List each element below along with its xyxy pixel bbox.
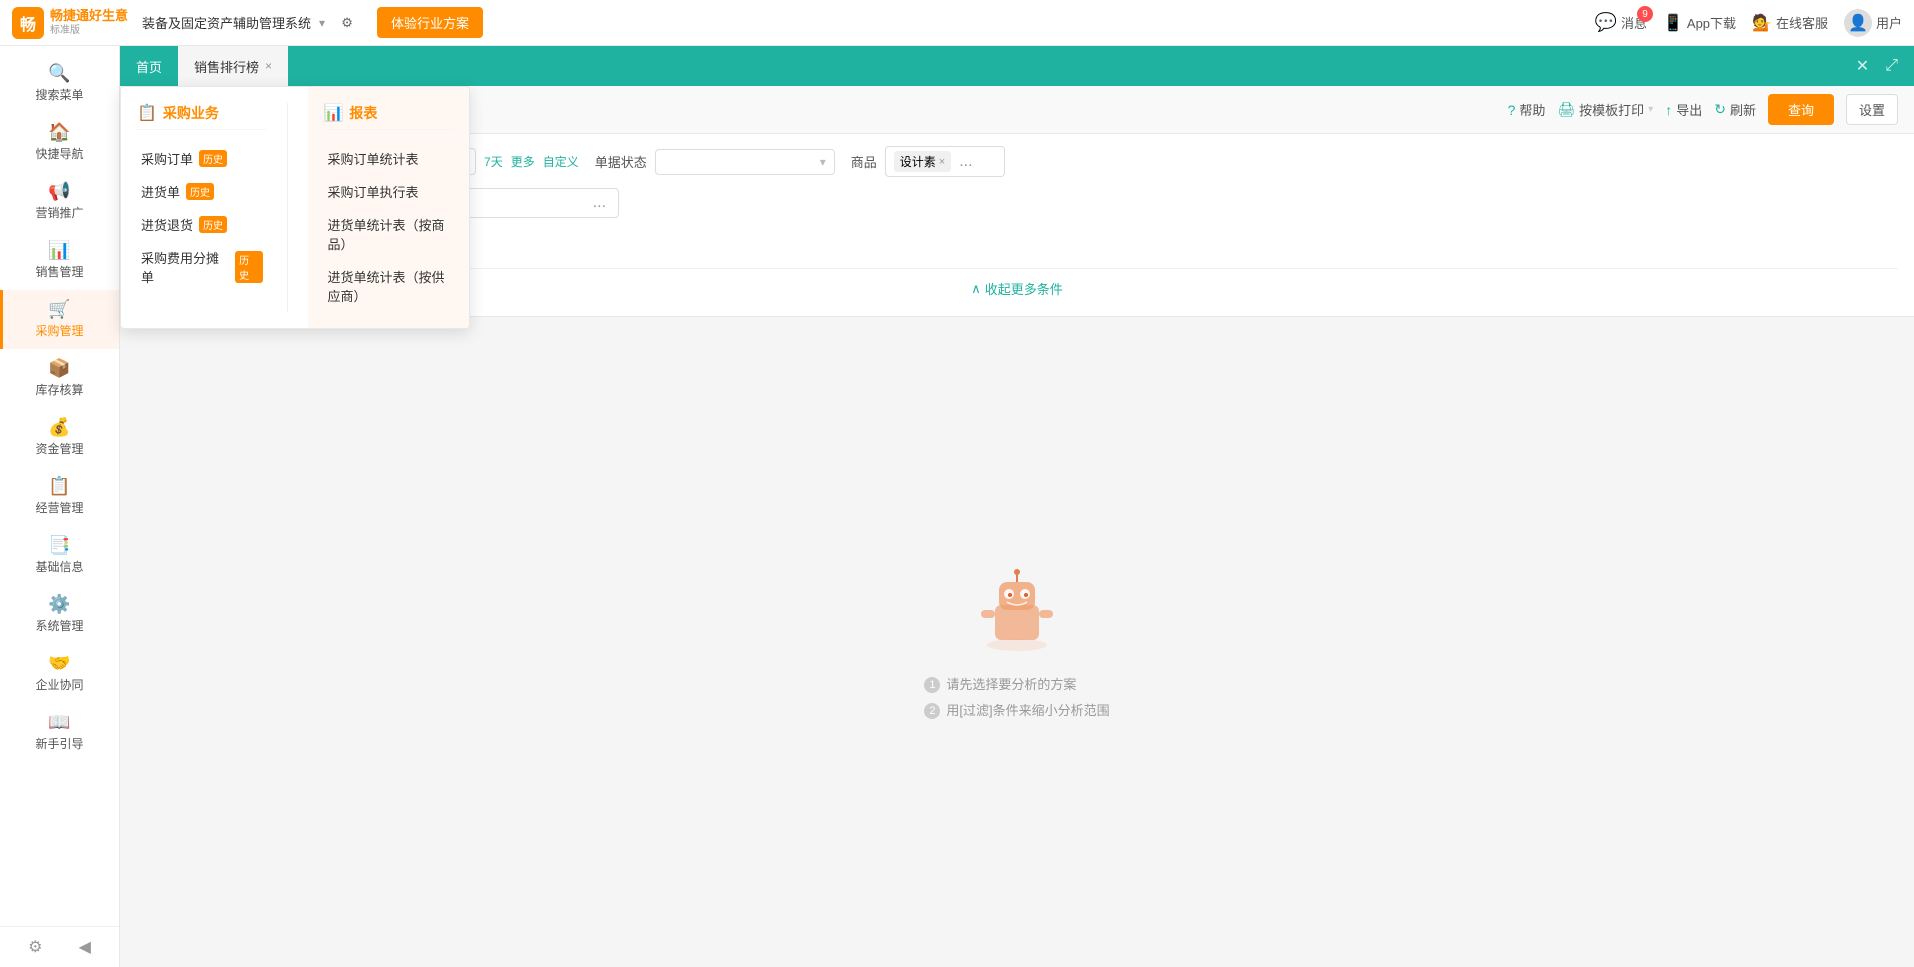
sidebar-item-quick-nav[interactable]: 🏠 快捷导航 xyxy=(0,113,119,172)
system-icon: ⚙️ xyxy=(48,595,70,613)
report-icon: 📊 xyxy=(324,103,344,123)
history-badge-0: 历史 xyxy=(199,150,227,167)
menu-item-receive-stats-supplier[interactable]: 进货单统计表（按供应商） xyxy=(324,260,454,312)
sidebar-item-system[interactable]: ⚙️ 系统管理 xyxy=(0,585,119,644)
tab-home[interactable]: 首页 xyxy=(120,46,178,86)
search-icon: 🔍 xyxy=(48,64,70,82)
history-badge-2: 历史 xyxy=(199,216,227,233)
purchase-icon: 🛒 xyxy=(48,300,70,318)
goods-tag: 设计素 × xyxy=(894,151,951,172)
export-btn[interactable]: ↑ 导出 xyxy=(1665,100,1702,119)
export-icon: ↑ xyxy=(1665,102,1672,118)
tab-close-btn[interactable]: × xyxy=(265,59,272,73)
sidebar-item-cooperation[interactable]: 🤝 企业协同 xyxy=(0,644,119,703)
filter-goods: 商品 设计素 × ... xyxy=(851,146,1051,177)
basic-info-icon: 📑 xyxy=(48,536,70,554)
menu-item-purchase-cost[interactable]: 采购费用分摊单 历史 xyxy=(137,241,267,293)
goods-tag-close[interactable]: × xyxy=(939,156,945,168)
purchase-business-icon: 📋 xyxy=(137,103,157,123)
tab-close-all-btn[interactable]: ✕ xyxy=(1852,52,1873,80)
industry-button[interactable]: 体验行业方案 xyxy=(377,7,483,38)
menu-item-order-stats[interactable]: 采购订单统计表 xyxy=(324,142,454,175)
logo-icon: 畅 xyxy=(12,7,44,39)
status-input[interactable]: ▾ xyxy=(655,149,835,175)
print-icon: 🖨 xyxy=(1557,101,1575,118)
logo-text: 畅捷通好生意 标准版 xyxy=(50,8,128,38)
empty-illustration xyxy=(967,560,1067,660)
goods-more-btn[interactable]: ... xyxy=(955,153,976,171)
sidebar-bottom: ⚙ ◀ xyxy=(0,926,119,967)
newbie-icon: 📖 xyxy=(48,713,70,731)
online-service-button[interactable]: 💁 在线客服 xyxy=(1752,13,1828,33)
messages-button[interactable]: 💬 消息 9 xyxy=(1595,12,1647,33)
sidebar-item-inventory[interactable]: 📦 库存核算 xyxy=(0,349,119,408)
purchase-business-section: 📋 采购业务 采购订单 历史 进货单 历史 进货退货 历史 采购费用分摊单 历史 xyxy=(137,103,267,312)
sidebar-item-operations[interactable]: 📋 经营管理 xyxy=(0,467,119,526)
system-title-text: 装备及固定资产辅助管理系统 xyxy=(142,13,311,32)
report-title: 📊 报表 xyxy=(324,103,454,130)
help-btn[interactable]: ? 帮助 xyxy=(1508,100,1546,119)
tab-sales-rank[interactable]: 销售排行榜 × xyxy=(178,46,288,86)
filter-status: 单据状态 ▾ xyxy=(595,149,835,175)
tab-bar-actions: ✕ ⤢ xyxy=(1852,52,1914,80)
menu-divider xyxy=(287,103,288,312)
sidebar-item-marketing[interactable]: 📢 营销推广 xyxy=(0,172,119,231)
marketing-icon: 📢 xyxy=(48,182,70,200)
goods-tag-input[interactable]: 设计素 × ... xyxy=(885,146,1005,177)
sidebar-item-finance[interactable]: 💰 资金管理 xyxy=(0,408,119,467)
refresh-icon: ↻ xyxy=(1714,101,1726,118)
system-settings-icon[interactable]: ⚙ xyxy=(333,9,361,37)
menu-item-order-exec[interactable]: 采购订单执行表 xyxy=(324,175,454,208)
print-btn[interactable]: 🖨 按模板打印 ▾ xyxy=(1557,100,1653,119)
system-title-area: 装备及固定资产辅助管理系统 ▾ ⚙ 体验行业方案 xyxy=(142,7,1595,38)
print-arrow: ▾ xyxy=(1648,104,1653,115)
date-shortcuts: 7天 更多 自定义 xyxy=(484,153,579,170)
refresh-btn[interactable]: ↻ 刷新 xyxy=(1714,100,1756,119)
menu-item-purchase-receive[interactable]: 进货单 历史 xyxy=(137,175,267,208)
tab-maximize-btn[interactable]: ⤢ xyxy=(1881,53,1902,79)
logo-area: 畅 畅捷通好生意 标准版 xyxy=(12,7,132,39)
purchase-business-title: 📋 采购业务 xyxy=(137,103,267,130)
sidebar-item-search[interactable]: 🔍 搜索菜单 xyxy=(0,54,119,113)
header-right: 💬 消息 9 📱 App下载 💁 在线客服 👤 用户 xyxy=(1595,9,1902,37)
history-badge-1: 历史 xyxy=(186,183,214,200)
cooperation-icon: 🤝 xyxy=(48,654,70,672)
menu-item-purchase-return[interactable]: 进货退货 历史 xyxy=(137,208,267,241)
sidebar-item-purchase[interactable]: 🛒 采购管理 xyxy=(0,290,119,349)
user-button[interactable]: 👤 用户 xyxy=(1844,9,1902,37)
finance-icon: 💰 xyxy=(48,418,70,436)
sidebar: 🔍 搜索菜单 🏠 快捷导航 📢 营销推广 📊 销售管理 🛒 采购管理 📦 库存核… xyxy=(0,46,120,967)
empty-tip-1: 1 请先选择要分析的方案 xyxy=(924,672,1109,698)
app-download-button[interactable]: 📱 App下载 xyxy=(1663,13,1736,33)
empty-robot-svg xyxy=(967,560,1067,660)
query-button[interactable]: 查询 xyxy=(1768,94,1834,125)
history-badge-3: 历史 xyxy=(235,251,262,283)
settings-button[interactable]: 设置 xyxy=(1846,94,1898,125)
top-header: 畅 畅捷通好生意 标准版 装备及固定资产辅助管理系统 ▾ ⚙ 体验行业方案 💬 … xyxy=(0,0,1914,46)
sidebar-item-basic-info[interactable]: 📑 基础信息 xyxy=(0,526,119,585)
sidebar-item-sales[interactable]: 📊 销售管理 xyxy=(0,231,119,290)
sidebar-item-newbie[interactable]: 📖 新手引导 xyxy=(0,703,119,762)
menu-item-purchase-order[interactable]: 采购订单 历史 xyxy=(137,142,267,175)
title-dropdown-arrow[interactable]: ▾ xyxy=(319,16,325,30)
operations-icon: 📋 xyxy=(48,477,70,495)
empty-tips: 1 请先选择要分析的方案 2 用[过滤]条件来缩小分析范围 xyxy=(924,672,1109,724)
collapse-icon: ∧ xyxy=(971,281,981,297)
tab-bar: 首页 销售排行榜 × ✕ ⤢ xyxy=(120,46,1914,86)
staff-more-btn[interactable]: ... xyxy=(589,194,610,212)
purchase-dropdown-menu: 📋 采购业务 采购订单 历史 进货单 历史 进货退货 历史 采购费用分摊单 历史 xyxy=(120,86,470,329)
help-icon: ? xyxy=(1508,102,1516,118)
home-icon: 🏠 xyxy=(48,123,70,141)
report-section: 📊 报表 采购订单统计表 采购订单执行表 进货单统计表（按商品） 进货单统计表（… xyxy=(308,87,470,328)
sidebar-settings-btn[interactable]: ⚙ xyxy=(28,937,42,957)
sidebar-collapse-btn[interactable]: ◀ xyxy=(79,937,91,957)
empty-state: 1 请先选择要分析的方案 2 用[过滤]条件来缩小分析范围 xyxy=(120,317,1914,967)
sales-icon: 📊 xyxy=(48,241,70,259)
notification-badge: 9 xyxy=(1637,6,1653,22)
user-avatar: 👤 xyxy=(1844,9,1872,37)
menu-item-receive-stats-goods[interactable]: 进货单统计表（按商品） xyxy=(324,208,454,260)
inventory-icon: 📦 xyxy=(48,359,70,377)
empty-tip-2: 2 用[过滤]条件来缩小分析范围 xyxy=(924,698,1109,724)
